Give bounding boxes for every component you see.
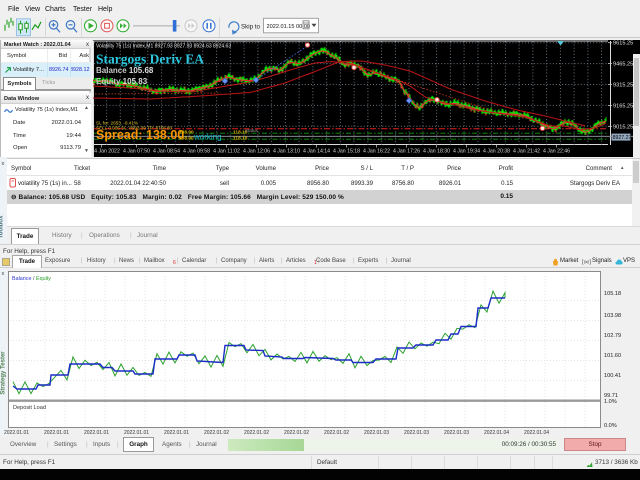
svg-text:9015.25: 9015.25 (613, 124, 633, 130)
svg-text:Deposit Load: Deposit Load (13, 405, 46, 411)
svg-text:4 Jan 09:58: 4 Jan 09:58 (183, 149, 210, 155)
svg-text:Balance 105.68: Balance 105.68 (96, 66, 154, 75)
svg-text:4 Jan 19:34: 4 Jan 19:34 (453, 149, 480, 155)
svg-text:4 Jan 2022: 4 Jan 2022 (94, 149, 120, 155)
svg-text:Status: Status (245, 128, 259, 133)
svg-text:4 Jan 14:14: 4 Jan 14:14 (303, 149, 330, 155)
svg-text:4 Jan 16:22: 4 Jan 16:22 (363, 149, 390, 155)
svg-text:4 Jan 13:10: 4 Jan 13:10 (273, 149, 300, 155)
svg-text:Stargogs Deriv EA: Stargogs Deriv EA (96, 52, 204, 67)
svg-text:Equity 105.83: Equity 105.83 (96, 77, 148, 86)
svg-text:Skip to: Skip to (241, 23, 260, 30)
svg-text:Volatility 75 (1s) Index,M1 8: Volatility 75 (1s) Index,M1 8927.93 8927… (96, 44, 231, 50)
svg-text:9615.25: 9615.25 (613, 41, 633, 47)
svg-text:118.10: 118.10 (233, 136, 248, 142)
svg-text:4 Jan 15:18: 4 Jan 15:18 (333, 149, 360, 155)
svg-text:9165.25: 9165.25 (613, 103, 633, 109)
svg-text:4 Jan 11:02: 4 Jan 11:02 (213, 149, 240, 155)
svg-text:9315.25: 9315.25 (613, 83, 633, 89)
svg-text:138.00: 138.00 (179, 136, 194, 142)
svg-text:4 Jan 08:54: 4 Jan 08:54 (153, 149, 180, 155)
svg-text:4 Jan 22:46: 4 Jan 22:46 (543, 149, 570, 155)
svg-text:working: working (193, 133, 222, 142)
svg-text:4 Jan 20:38: 4 Jan 20:38 (483, 149, 510, 155)
svg-text:4 Jan 21:42: 4 Jan 21:42 (513, 149, 540, 155)
svg-text:4 Jan 18:30: 4 Jan 18:30 (423, 149, 450, 155)
svg-text:188.00: 188.00 (179, 130, 194, 136)
svg-text:9465.25: 9465.25 (613, 62, 633, 68)
svg-text:4 Jan 17:26: 4 Jan 17:26 (393, 149, 420, 155)
svg-text:4 Jan 12:06: 4 Jan 12:06 (243, 149, 270, 155)
svg-text:Balance / Equity: Balance / Equity (12, 276, 51, 282)
svg-text:4 Jan 07:50: 4 Jan 07:50 (123, 149, 150, 155)
svg-text:Spread: 138.00: Spread: 138.00 (96, 128, 184, 142)
svg-text:8927.27: 8927.27 (613, 135, 632, 141)
